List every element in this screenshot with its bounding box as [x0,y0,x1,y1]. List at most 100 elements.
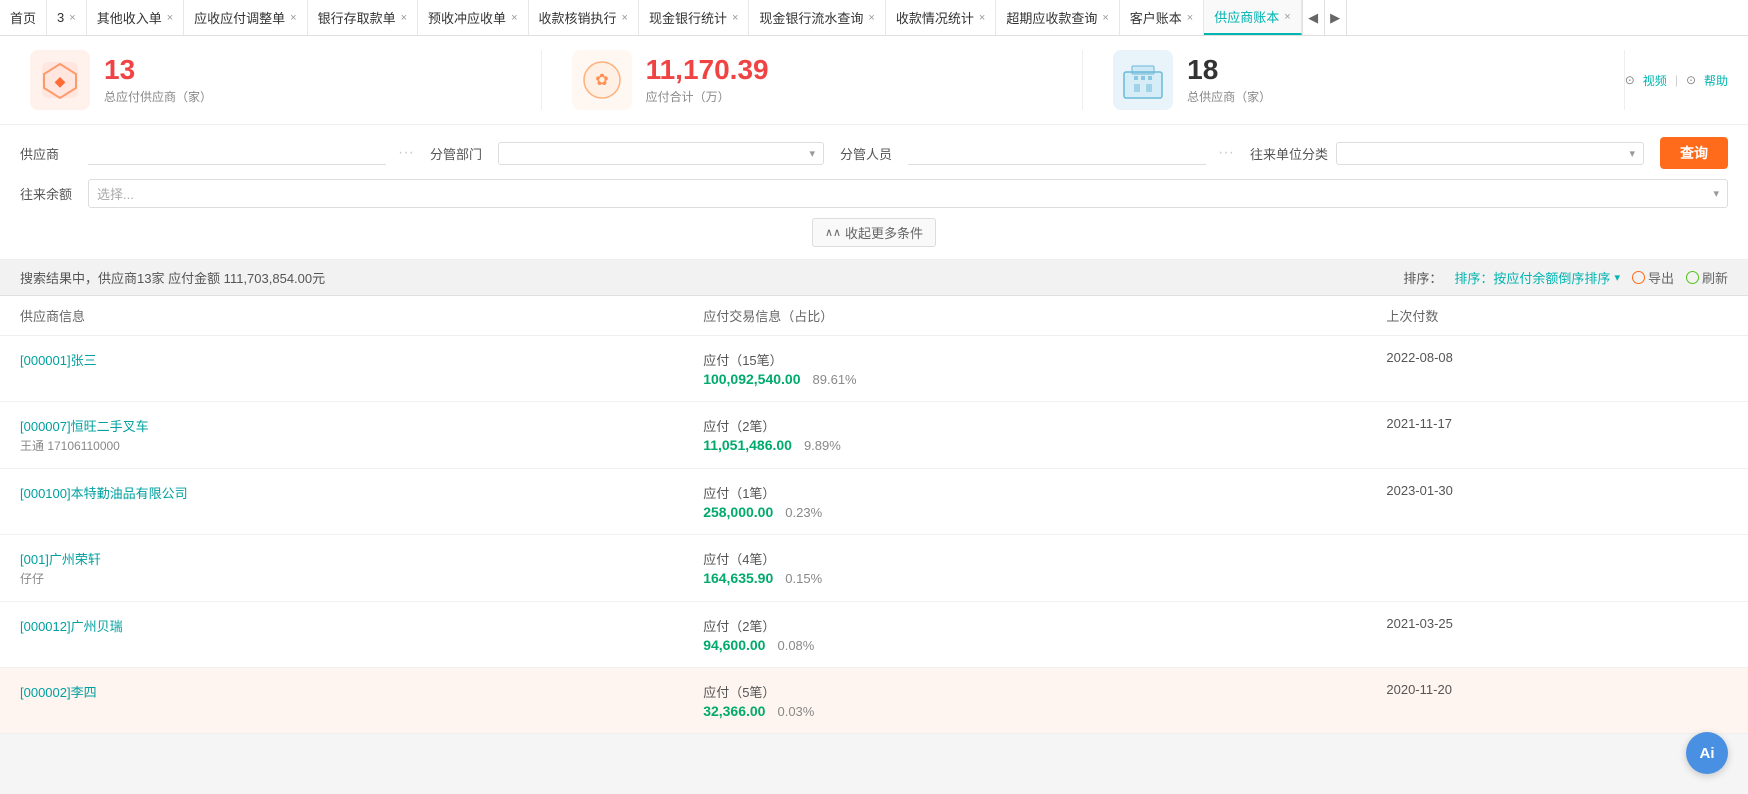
collapse-label: 收起更多条件 [845,223,923,242]
nav-tab-3[interactable]: 3 × [47,0,87,35]
col-supplier-info: 供应商信息 [20,306,703,325]
summary-card-payable-suppliers: ◆ 13 总应付供应商（家） [20,50,542,110]
sort-prefix: 排序： [1403,268,1442,287]
payable-suppliers-number: 13 [104,55,212,86]
supplier-name-link[interactable]: [001]广州荣轩 [20,552,101,567]
table-row[interactable]: [000001]张三 应付（15笔） 100,092,540.00 89.61%… [0,336,1748,402]
nav-tab-overdue[interactable]: 超期应收款查询 × [996,0,1119,35]
last-payment-date: 2021-03-25 [1386,616,1453,631]
supplier-name-link[interactable]: [000002]李四 [20,685,97,700]
table-row[interactable]: [000100]本特勤油品有限公司 应付（1笔） 258,000.00 0.23… [0,469,1748,535]
balance-select[interactable]: 选择... ▾ [88,179,1728,208]
nav-tab-other-income[interactable]: 其他收入单 × [87,0,184,35]
nav-tab-bank-deposit[interactable]: 银行存取款单 × [308,0,418,35]
table-row[interactable]: [000007]恒旺二手叉车 王通 17106110000 应付（2笔） 11,… [0,402,1748,469]
last-payment-date: 2021-11-17 [1386,416,1452,431]
refresh-button[interactable]: 刷新 [1686,268,1728,287]
nav-tab-cash-flow[interactable]: 现金银行流水查询 × [749,0,885,35]
last-payment-date: 2023-01-30 [1386,483,1453,498]
sort-select[interactable]: 排序：按应付余额倒序排序 ▾ [1454,268,1620,287]
video-link[interactable]: 视频 [1643,72,1667,89]
balance-placeholder: 选择... [97,184,134,203]
search-button[interactable]: 查询 [1660,137,1728,169]
nav-tab-adjustment[interactable]: 应收应付调整单 × [184,0,307,35]
close-icon[interactable]: × [1102,12,1108,24]
nav-tab-collect-stat[interactable]: 收款情况统计 × [886,0,996,35]
table-row[interactable]: [000002]李四 应付（5笔） 32,366.00 0.03% 2020-1… [0,668,1748,734]
close-icon[interactable]: × [511,12,517,24]
nav-arrow-right[interactable]: ▶ [1325,0,1347,36]
close-icon[interactable]: × [868,12,874,24]
supplier-input[interactable] [88,141,386,165]
balance-filter-label: 往来余额 [20,184,80,203]
nav-tab-adjustment-label: 应收应付调整单 [194,8,285,27]
nav-tab-customer-ledger[interactable]: 客户账本 × [1120,0,1204,35]
payable-total-number: 11,170.39 [646,55,769,86]
col-tx-info: 应付交易信息（占比） [703,306,1386,325]
supplier-name-link[interactable]: [000007]恒旺二手叉车 [20,419,149,434]
dept-filter-item: 分管部门 ▾ [430,142,824,165]
person-filter-label: 分管人员 [840,144,900,163]
supplier-name-link[interactable]: [000001]张三 [20,353,97,368]
ai-badge[interactable]: Ai [1686,732,1728,774]
unit-class-filter-label: 往来单位分类 [1250,144,1328,163]
supplier-name-link[interactable]: [000012]广州贝瑞 [20,619,123,634]
close-icon[interactable]: × [1187,12,1193,24]
nav-tab-cash-bank-stat-label: 现金银行统计 [649,8,727,27]
tx-label: 应付（1笔） [703,483,775,502]
nav-tab-cash-bank-stat[interactable]: 现金银行统计 × [639,0,749,35]
close-icon[interactable]: × [1284,11,1290,23]
payable-total-icon: ✿ [572,50,632,110]
tx-info-cell: 应付（1笔） 258,000.00 0.23% [703,483,1386,520]
person-ellipsis[interactable]: ··· [1218,144,1234,162]
help-link[interactable]: 帮助 [1704,72,1728,89]
tx-pct: 89.61% [813,372,857,387]
export-button[interactable]: 导出 [1632,268,1674,287]
close-icon[interactable]: × [69,12,75,24]
nav-tab-supplier-ledger[interactable]: 供应商账本 × [1204,0,1301,35]
supplier-cell: [000001]张三 [20,350,703,387]
dept-select[interactable]: ▾ [498,142,824,165]
total-suppliers-number: 18 [1187,55,1271,86]
svg-text:◆: ◆ [55,73,66,89]
tx-label: 应付（4笔） [703,549,775,568]
close-icon[interactable]: × [732,12,738,24]
chevron-down-icon: ▾ [1614,271,1620,284]
close-icon[interactable]: × [290,12,296,24]
close-icon[interactable]: × [622,12,628,24]
table-row[interactable]: [001]广州荣轩 仔仔 应付（4笔） 164,635.90 0.15% [0,535,1748,602]
supplier-sub: 仔仔 [20,570,703,587]
last-payment-cell: 2021-11-17 [1386,416,1728,454]
supplier-name-link[interactable]: [000100]本特勤油品有限公司 [20,486,188,501]
nav-tab-home-label: 首页 [10,8,36,27]
svg-text:✿: ✿ [595,72,608,89]
balance-filter-item: 往来余额 选择... ▾ [20,179,1728,208]
payable-suppliers-label: 总应付供应商（家） [104,88,212,105]
nav-tab-collect-label: 收款核销执行 [539,8,617,27]
table-header: 供应商信息 应付交易信息（占比） 上次付数 [0,296,1748,336]
nav-tab-prepay[interactable]: 预收冲应收单 × [418,0,528,35]
tx-amount: 94,600.00 [703,637,765,653]
supplier-cell: [000002]李四 [20,682,703,719]
filter-row-1: 供应商 ··· 分管部门 ▾ 分管人员 ··· 往来单位分类 ▾ 查询 [20,137,1728,169]
collapse-button[interactable]: ∧∧ 收起更多条件 [812,218,936,247]
close-icon[interactable]: × [401,12,407,24]
supplier-ellipsis[interactable]: ··· [398,144,414,162]
supplier-filter-label: 供应商 [20,144,80,163]
tx-pct: 0.08% [777,638,814,653]
person-input[interactable] [908,141,1206,165]
unit-class-select[interactable]: ▾ [1336,142,1644,165]
close-icon[interactable]: × [167,12,173,24]
sort-label: 排序：按应付余额倒序排序 [1454,268,1610,287]
nav-tab-cash-flow-label: 现金银行流水查询 [759,8,863,27]
nav-arrows: ◀ ▶ [1302,0,1347,36]
refresh-icon [1686,271,1699,284]
tx-label: 应付（2笔） [703,616,775,635]
table-row[interactable]: [000012]广州贝瑞 应付（2笔） 94,600.00 0.08% 2021… [0,602,1748,668]
nav-tab-home[interactable]: 首页 [0,0,47,35]
nav-arrow-left[interactable]: ◀ [1303,0,1325,36]
close-icon[interactable]: × [979,12,985,24]
nav-tab-collect[interactable]: 收款核销执行 × [529,0,639,35]
tx-label: 应付（15笔） [703,350,782,369]
tx-info-cell: 应付（4笔） 164,635.90 0.15% [703,549,1386,587]
